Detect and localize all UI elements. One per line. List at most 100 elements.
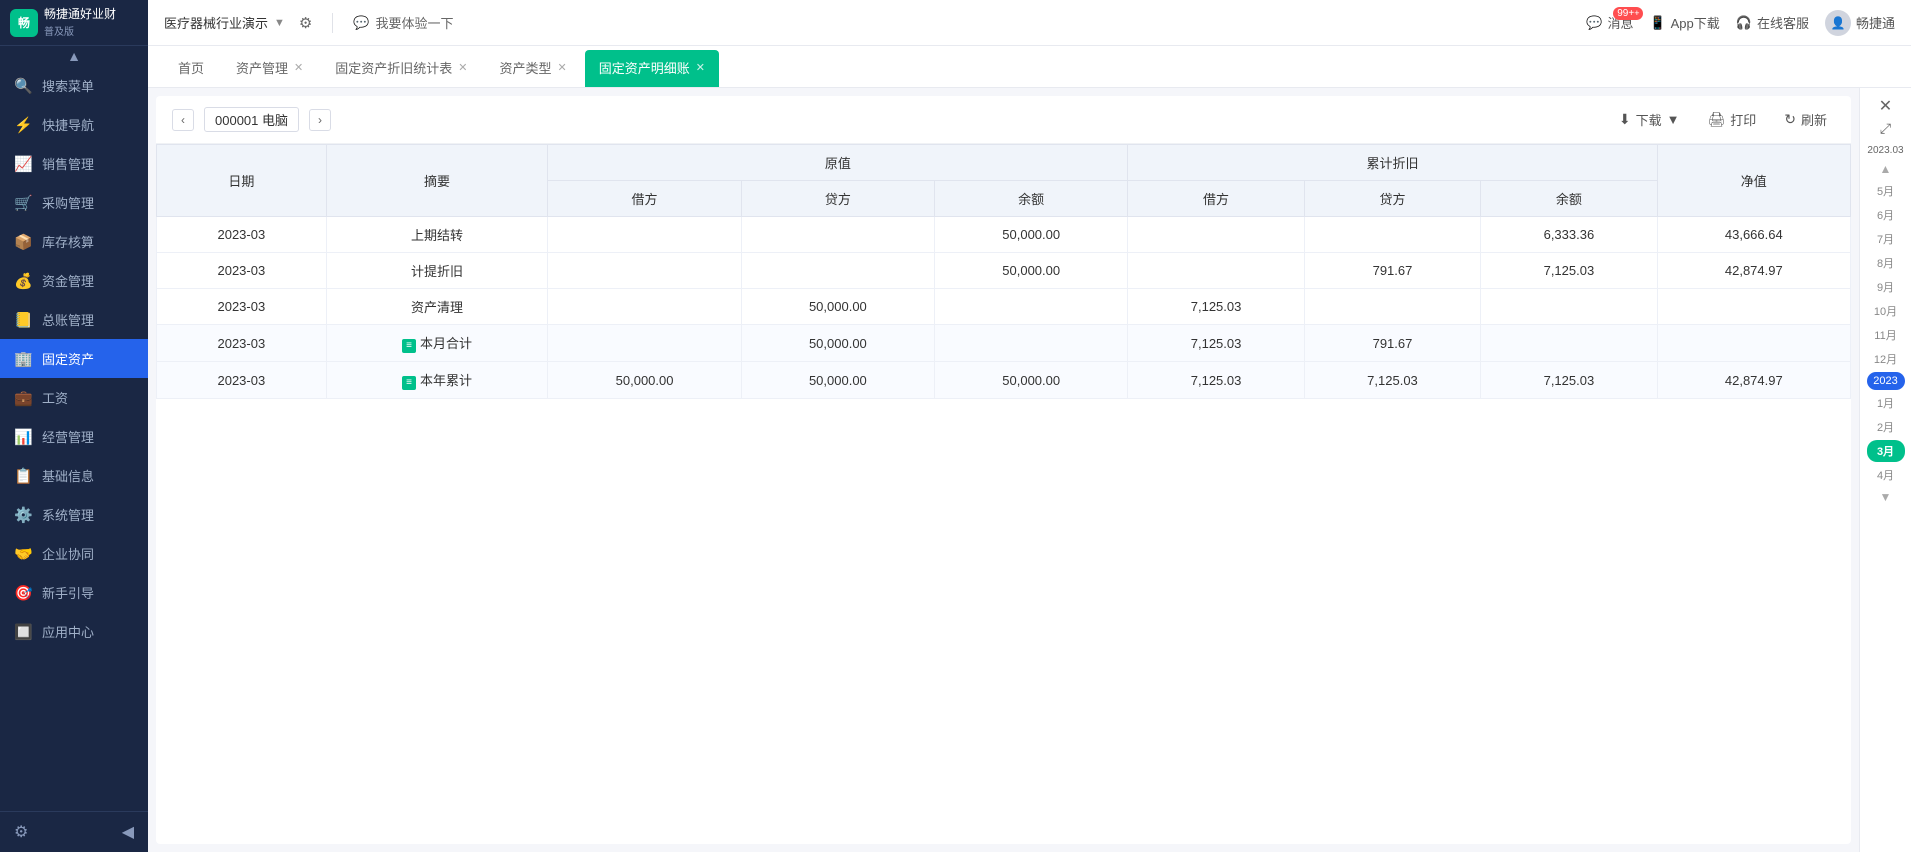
cell-1-8: 42,874.97 [1657,253,1850,289]
cell-0-5 [1128,217,1304,253]
collapse-sidebar-icon[interactable]: ◀ [122,822,134,842]
download-icon: ⬇ [1619,111,1631,128]
tab-label-asset-type: 资产类型 [499,58,551,77]
timeline-month-11月[interactable]: 11月 [1867,324,1905,346]
sidebar-item-sales[interactable]: 📈销售管理 [0,144,148,183]
tab-asset-type[interactable]: 资产类型 ✕ [485,50,580,87]
tab-depreciation-stats[interactable]: 固定资产折旧统计表✕ [321,50,481,87]
cell-3-7 [1481,325,1657,362]
prev-record-btn[interactable]: ‹ [172,109,194,131]
asset-detail-table: 日期 摘要 原值 累计折旧 净值 借方 贷方 余额 借方 贷方 余额 [156,144,1851,399]
sidebar-item-app-center[interactable]: 🔲应用中心 [0,612,148,651]
tab-asset-mgmt[interactable]: 资产管理✕ [222,50,317,87]
summary-icon: ≡ [402,339,416,353]
sidebar-item-purchase[interactable]: 🛒采购管理 [0,183,148,222]
timeline-month-2月[interactable]: 2月 [1867,416,1905,438]
cell-3-2 [548,325,741,362]
timeline-month-12月[interactable]: 12月 [1867,348,1905,370]
download-btn[interactable]: ⬇ 下载 ▼ [1611,106,1688,133]
headset-icon: 🎧 [1736,15,1752,31]
sidebar-item-operation[interactable]: 📊经营管理 [0,417,148,456]
sidebar-item-system[interactable]: ⚙️ 系统管理 [0,495,148,534]
sidebar-item-inventory[interactable]: 📦库存核算 [0,222,148,261]
tab-home[interactable]: 首页 [164,50,218,87]
cell-2-0: 2023-03 [157,289,327,325]
cell-2-2 [548,289,741,325]
sidebar-label-funds: 资金管理 [42,271,94,290]
cell-2-8 [1657,289,1850,325]
print-btn[interactable]: 🖨 打印 [1699,106,1764,133]
sidebar-item-guide[interactable]: 🎯新手引导 [0,573,148,612]
sidebar-item-enterprise[interactable]: 🤝企业协同 [0,534,148,573]
col-net-value: 净值 [1657,145,1850,217]
company-dropdown-icon: ▼ [274,17,285,29]
download-label: 下载 [1636,110,1662,129]
col-orig-debit: 借方 [548,181,741,217]
sidebar-label-search: 搜索菜单 [42,76,94,95]
close-panel-icon[interactable]: ✕ [1879,96,1892,116]
tab-asset-detail[interactable]: 固定资产明细账✕ [585,50,719,87]
sidebar-label-system: 系统管理 [42,505,94,524]
tab-close-asset-detail[interactable]: ✕ [696,61,705,74]
timeline-month-8月[interactable]: 8月 [1867,252,1905,274]
sidebar-icon-operation: 📊 [14,428,32,446]
refresh-btn[interactable]: ↻ 刷新 [1776,106,1835,133]
timeline-month-9月[interactable]: 9月 [1867,276,1905,298]
company-settings-icon[interactable]: ⚙ [299,14,312,32]
timeline-year-2023[interactable]: 2023 [1867,372,1905,390]
timeline-month-7月[interactable]: 7月 [1867,228,1905,250]
expand-panel-icon[interactable]: ⤢ [1880,120,1891,137]
sidebar-icon-funds: 💰 [14,272,32,290]
sidebar-item-ledger[interactable]: 📒总账管理 [0,300,148,339]
app-download-btn[interactable]: 📱 App下载 [1649,13,1719,32]
cell-0-8: 43,666.64 [1657,217,1850,253]
timeline-down-arrow[interactable]: ▼ [1878,488,1894,506]
experience-icon: 💬 [353,15,369,31]
cell-1-4: 50,000.00 [935,253,1128,289]
company-selector[interactable]: 医疗器械行业演示 ▼ [164,13,285,32]
tab-close-asset-type[interactable]: ✕ [558,61,567,74]
cell-3-1: ≡本月合计 [326,325,548,362]
sidebar-icon-quick-nav: ⚡ [14,116,32,134]
timeline-month-1月[interactable]: 1月 [1867,392,1905,414]
content-area: ‹ 000001 电脑 › ⬇ 下载 ▼ 🖨 打印 ↻ 刷新 [148,88,1911,852]
tab-close-asset-mgmt[interactable]: ✕ [294,61,303,74]
cell-3-8 [1657,325,1850,362]
table-row: 2023-03≡本年累计50,000.0050,000.0050,000.007… [157,362,1851,399]
timeline-month-10月[interactable]: 10月 [1867,300,1905,322]
main-area: 医疗器械行业演示 ▼ ⚙ 💬 我要体验一下 💬 消息 99++ 📱 App下载 … [148,0,1911,852]
next-record-btn[interactable]: › [309,109,331,131]
sidebar-item-fixed-assets[interactable]: 🏢固定资产 [0,339,148,378]
sidebar-item-basic-info[interactable]: 📋基础信息 [0,456,148,495]
toolbar-right: ⬇ 下载 ▼ 🖨 打印 ↻ 刷新 [1611,106,1835,133]
experience-btn[interactable]: 💬 我要体验一下 [353,13,453,32]
sidebar-item-salary[interactable]: 💼工资 [0,378,148,417]
cell-0-1: 上期结转 [326,217,548,253]
table-row: 2023-03≡本月合计50,000.007,125.03791.67 [157,325,1851,362]
sidebar-item-quick-nav[interactable]: ⚡快捷导航 [0,105,148,144]
online-service-btn[interactable]: 🎧 在线客服 [1736,13,1809,32]
settings-icon[interactable]: ⚙ [14,822,28,842]
user-profile-btn[interactable]: 👤 畅捷通 [1825,10,1895,36]
logo-subtitle: 普及版 [44,23,116,38]
sidebar-icon-system: ⚙️ [14,506,32,524]
cell-4-0: 2023-03 [157,362,327,399]
sidebar-icon-fixed-assets: 🏢 [14,350,32,368]
tab-close-depreciation-stats[interactable]: ✕ [458,61,467,74]
sidebar-icon-app-center: 🔲 [14,623,32,641]
timeline-month-3月[interactable]: 3月 [1867,440,1905,462]
cell-0-4: 50,000.00 [935,217,1128,253]
sidebar-scroll-up[interactable]: ▲ [0,46,148,66]
timeline-month-6月[interactable]: 6月 [1867,204,1905,226]
timeline-panel: ✕ ⤢ 2023.03 ▲5月6月7月8月9月10月11月12月20231月2月… [1859,88,1911,852]
summary-icon: ≡ [402,376,416,390]
col-date: 日期 [157,145,327,217]
timeline-month-5月[interactable]: 5月 [1867,180,1905,202]
sidebar-item-funds[interactable]: 💰 资金管理 [0,261,148,300]
timeline-month-4月[interactable]: 4月 [1867,464,1905,486]
sidebar-item-search[interactable]: 🔍搜索菜单 [0,66,148,105]
user-name: 畅捷通 [1856,13,1895,32]
sidebar-label-ledger: 总账管理 [42,310,94,329]
timeline-up-arrow[interactable]: ▲ [1878,160,1894,178]
message-btn[interactable]: 💬 消息 99++ [1586,13,1633,32]
